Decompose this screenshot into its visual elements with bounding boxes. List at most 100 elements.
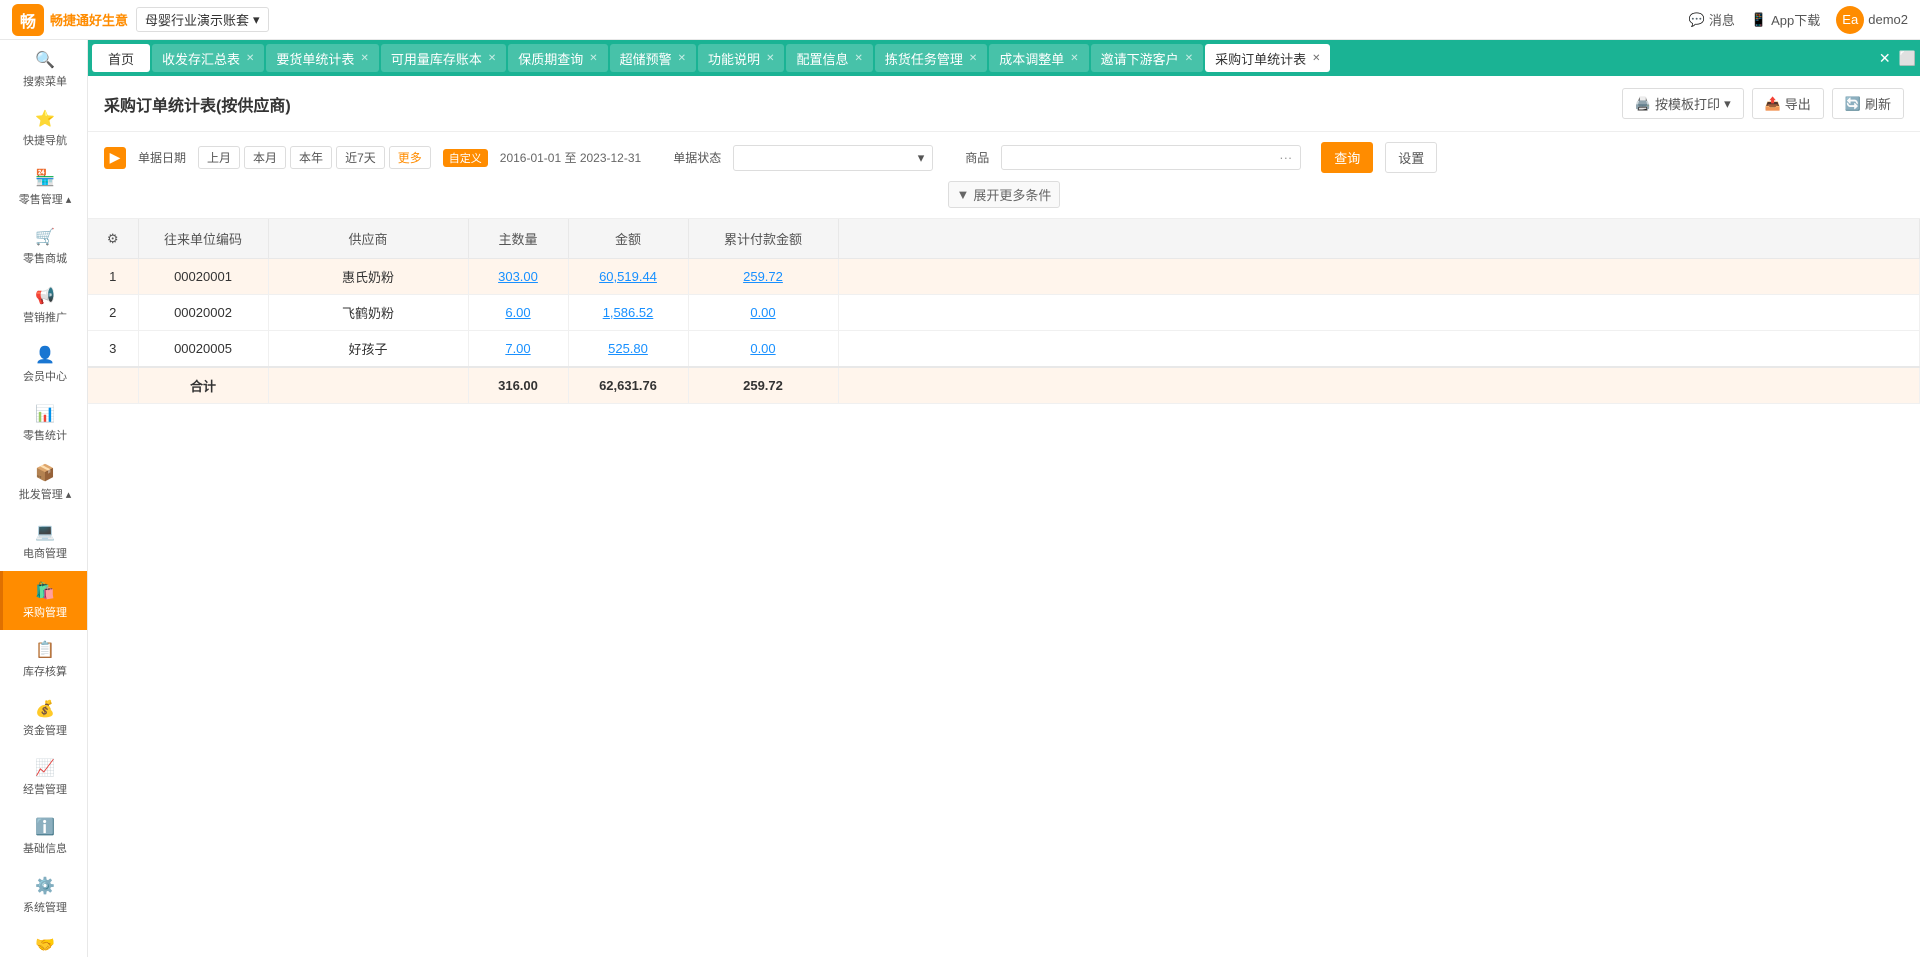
tab-task-mgmt[interactable]: 拣货任务管理 ✕ [875,44,987,72]
gear-icon: ⚙ [107,231,119,246]
cell-index: 3 [88,331,138,368]
workspace-select[interactable]: 母婴行业演示账套 ▾ [136,7,269,32]
sidebar-item-retail-mgmt[interactable]: 🏪 零售管理 ▴ [0,158,87,217]
table-row[interactable]: 1 00020001 惠氏奶粉 303.00 60,519.44 259.72 [88,259,1920,295]
table-container: ⚙ 往来单位编码 供应商 主数量 金额 累计付款金额 [88,219,1920,404]
close-icon[interactable]: ✕ [854,53,862,64]
download-icon: 📱 [1751,12,1767,28]
print-btn[interactable]: 🖨️ 按模板打印 ▾ [1622,88,1744,119]
sidebar-label-operations: 经营管理 [23,781,67,797]
close-icon[interactable]: ✕ [360,53,368,64]
page-title: 采购订单统计表(按供应商) [104,92,291,116]
close-icon[interactable]: ✕ [766,53,774,64]
refresh-label: 刷新 [1865,94,1891,113]
top-bar: 畅 畅捷通好生意 母婴行业演示账套 ▾ 💬 消息 📱 App下载 Ea demo… [0,0,1920,40]
page-inner: 采购订单统计表(按供应商) 🖨️ 按模板打印 ▾ 📤 导出 🔄 [88,76,1920,957]
close-window-icon[interactable]: ✕ [1879,50,1891,67]
date-btn-this-year[interactable]: 本年 [290,146,332,169]
retail-icon: 🏪 [35,168,55,188]
sidebar-item-inventory[interactable]: 📋 库存核算 [0,630,87,689]
sidebar-item-purchase[interactable]: 🛍️ 采购管理 [0,571,87,630]
tab-config-info[interactable]: 配置信息 ✕ [786,44,872,72]
tab-inventory-account[interactable]: 可用量库存账本 ✕ [381,44,506,72]
sidebar-item-retail-stats[interactable]: 📊 零售统计 [0,394,87,453]
sidebar-label-ecommerce: 电商管理 [23,545,67,561]
settings-btn[interactable]: 设置 [1385,142,1437,173]
close-icon[interactable]: ✕ [589,53,597,64]
date-btn-this-month[interactable]: 本月 [244,146,286,169]
app-name: 畅捷通好生意 [50,10,128,29]
tab-overstock[interactable]: 超储预警 ✕ [610,44,696,72]
messages-btn[interactable]: 💬 消息 [1689,10,1735,29]
sidebar-item-member[interactable]: 👤 会员中心 [0,335,87,394]
sidebar-label-system: 系统管理 [23,899,67,915]
tab-cost-adjust[interactable]: 成本调整单 ✕ [989,44,1088,72]
tab-receive-send[interactable]: 收发存汇总表 ✕ [152,44,264,72]
sidebar-item-operations[interactable]: 📈 经营管理 [0,748,87,807]
ellipsis-icon[interactable]: ··· [1279,150,1292,165]
purchase-icon: 🛍️ [35,581,55,601]
tab-purchase-stats[interactable]: 采购订单统计表 ✕ [1205,44,1330,72]
th-code: 往来单位编码 [138,219,268,259]
close-icon[interactable]: ✕ [488,53,496,64]
cell-amount[interactable]: 60,519.44 [568,259,688,295]
tab-shelf-life[interactable]: 保质期查询 ✕ [508,44,607,72]
filter-expand-arrow[interactable]: ▶ [104,147,126,169]
footer-label: 合计 [138,367,268,404]
sidebar-item-finance[interactable]: 💰 资金管理 [0,689,87,748]
cell-qty[interactable]: 303.00 [468,259,568,295]
close-icon[interactable]: ✕ [246,53,254,64]
table-row[interactable]: 2 00020002 飞鹤奶粉 6.00 1,586.52 0.00 [88,295,1920,331]
close-icon[interactable]: ✕ [1312,53,1320,64]
query-btn[interactable]: 查询 [1321,142,1373,173]
cell-qty[interactable]: 7.00 [468,331,568,368]
goods-input[interactable]: ··· [1001,145,1301,170]
date-label: 单据日期 [138,149,186,166]
user-info[interactable]: Ea demo2 [1836,6,1908,34]
sidebar-item-wholesale[interactable]: 📦 批发管理 ▴ [0,453,87,512]
app-download-btn[interactable]: 📱 App下载 [1751,10,1820,29]
date-btn-last-month[interactable]: 上月 [198,146,240,169]
sidebar-item-retail-mall[interactable]: 🛒 零售商城 [0,217,87,276]
tab-requisition[interactable]: 要货单统计表 ✕ [266,44,378,72]
maximize-icon[interactable]: ⬜ [1899,50,1916,67]
close-icon[interactable]: ✕ [969,53,977,64]
sidebar-item-search[interactable]: 🔍 搜索菜单 [0,40,87,99]
print-label: 按模板打印 [1655,94,1720,113]
sidebar-item-system[interactable]: ⚙️ 系统管理 [0,866,87,925]
status-select[interactable]: ▾ [733,145,933,171]
sidebar-item-marketing[interactable]: 📢 营销推广 [0,276,87,335]
sidebar-item-basic-info[interactable]: ℹ️ 基础信息 [0,807,87,866]
close-icon[interactable]: ✕ [1070,53,1078,64]
refresh-btn[interactable]: 🔄 刷新 [1832,88,1904,119]
chevron-down-icon: ▾ [1724,96,1731,112]
th-gear[interactable]: ⚙ [88,219,138,259]
sidebar-label-finance: 资金管理 [23,722,67,738]
cell-rest [838,259,1920,295]
tab-invite-downstream[interactable]: 邀请下游客户 ✕ [1091,44,1203,72]
table-row[interactable]: 3 00020005 好孩子 7.00 525.80 0.00 [88,331,1920,368]
tab-function-desc[interactable]: 功能说明 ✕ [698,44,784,72]
export-btn[interactable]: 📤 导出 [1752,88,1824,119]
tab-label: 功能说明 [708,49,760,68]
date-btn-7-days[interactable]: 近7天 [336,146,385,169]
sidebar-item-enterprise[interactable]: 🤝 企业协同 [0,925,87,957]
close-icon[interactable]: ✕ [678,53,686,64]
tab-bar-actions: ✕ ⬜ [1879,50,1916,67]
cell-paid[interactable]: 0.00 [688,295,838,331]
close-icon[interactable]: ✕ [1185,53,1193,64]
cell-index: 1 [88,259,138,295]
expand-conditions-btn[interactable]: ▼ 展开更多条件 [948,181,1061,208]
cell-paid[interactable]: 259.72 [688,259,838,295]
cell-amount[interactable]: 525.80 [568,331,688,368]
date-btn-more[interactable]: 更多 [389,146,431,169]
tab-label: 可用量库存账本 [391,49,482,68]
sidebar-item-ecommerce[interactable]: 💻 电商管理 [0,512,87,571]
cell-qty[interactable]: 6.00 [468,295,568,331]
cell-amount[interactable]: 1,586.52 [568,295,688,331]
cell-paid[interactable]: 0.00 [688,331,838,368]
tab-home[interactable]: 首页 [92,44,150,72]
app-download-label: App下载 [1771,10,1820,29]
sidebar-item-quick-nav[interactable]: ⭐ 快捷导航 [0,99,87,158]
ecommerce-icon: 💻 [35,522,55,542]
